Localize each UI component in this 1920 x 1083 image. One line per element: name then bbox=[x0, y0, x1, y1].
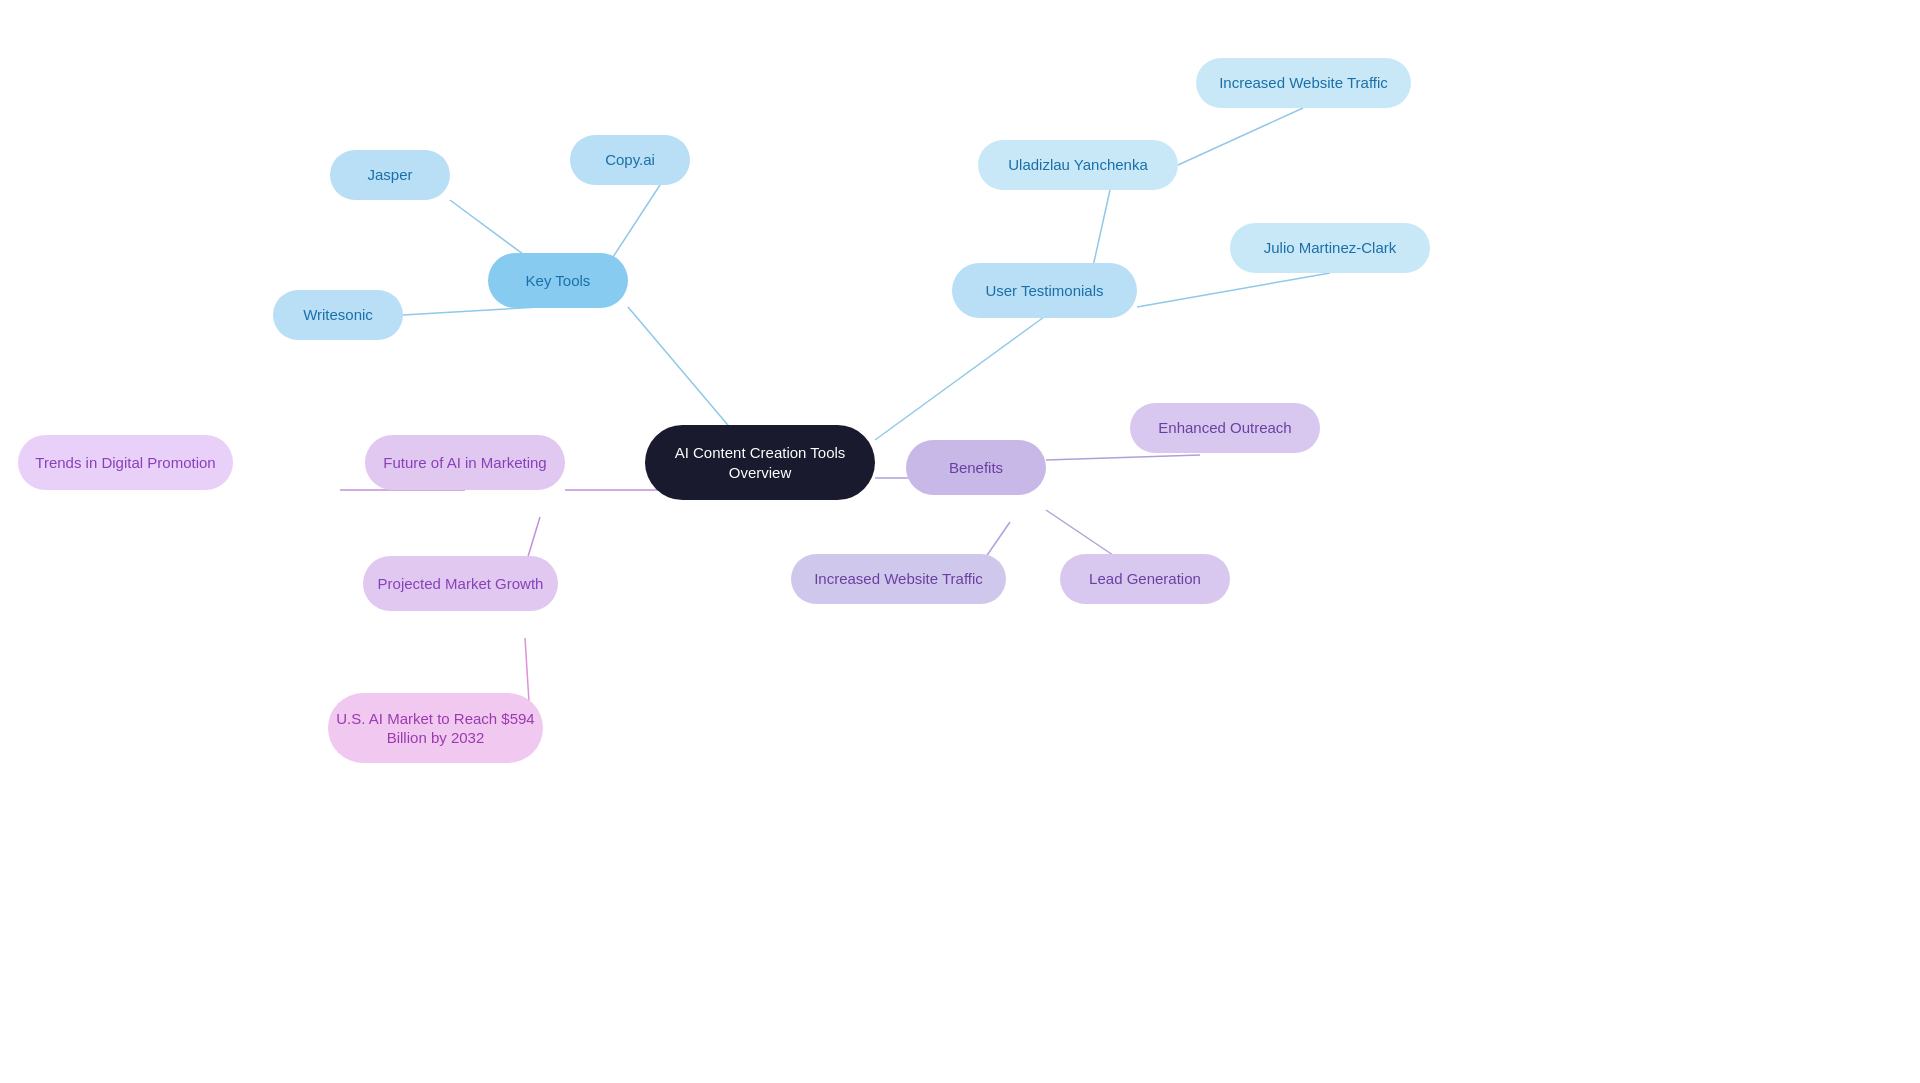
trends-label: Trends in Digital Promotion bbox=[31, 453, 219, 473]
uladizlau-node[interactable]: Uladizlau Yanchenka bbox=[978, 140, 1178, 190]
copy-ai-node[interactable]: Copy.ai bbox=[570, 135, 690, 185]
benefits-label: Benefits bbox=[945, 458, 1007, 478]
increased-traffic-top-label: Increased Website Traffic bbox=[1215, 73, 1392, 93]
projected-market-label: Projected Market Growth bbox=[374, 574, 548, 594]
us-market-node[interactable]: U.S. AI Market to Reach $594 Billion by … bbox=[328, 693, 543, 763]
future-ai-label: Future of AI in Marketing bbox=[379, 453, 550, 473]
future-ai-node[interactable]: Future of AI in Marketing bbox=[365, 435, 565, 490]
benefits-node[interactable]: Benefits bbox=[906, 440, 1046, 495]
lead-generation-label: Lead Generation bbox=[1085, 569, 1205, 589]
writesonic-label: Writesonic bbox=[299, 305, 377, 325]
julio-node[interactable]: Julio Martinez-Clark bbox=[1230, 223, 1430, 273]
svg-line-7 bbox=[1137, 273, 1330, 307]
trends-node[interactable]: Trends in Digital Promotion bbox=[18, 435, 233, 490]
uladizlau-label: Uladizlau Yanchenka bbox=[1004, 155, 1152, 175]
jasper-node[interactable]: Jasper bbox=[330, 150, 450, 200]
increased-traffic-top-node[interactable]: Increased Website Traffic bbox=[1196, 58, 1411, 108]
enhanced-outreach-label: Enhanced Outreach bbox=[1154, 418, 1295, 438]
svg-line-3 bbox=[403, 307, 540, 315]
svg-line-9 bbox=[1046, 455, 1200, 460]
us-market-label: U.S. AI Market to Reach $594 Billion by … bbox=[328, 709, 543, 748]
svg-line-6 bbox=[1178, 108, 1303, 165]
user-testimonials-node[interactable]: User Testimonials bbox=[952, 263, 1137, 318]
projected-market-node[interactable]: Projected Market Growth bbox=[363, 556, 558, 611]
lead-generation-node[interactable]: Lead Generation bbox=[1060, 554, 1230, 604]
jasper-label: Jasper bbox=[363, 165, 416, 185]
key-tools-label: Key Tools bbox=[522, 271, 595, 291]
increased-traffic-bottom-node[interactable]: Increased Website Traffic bbox=[791, 554, 1006, 604]
svg-line-4 bbox=[875, 317, 1044, 440]
increased-traffic-bottom-label: Increased Website Traffic bbox=[810, 569, 987, 589]
user-testimonials-label: User Testimonials bbox=[981, 281, 1107, 301]
center-label: AI Content Creation Tools Overview bbox=[645, 443, 875, 482]
copy-ai-label: Copy.ai bbox=[601, 150, 659, 170]
writesonic-node[interactable]: Writesonic bbox=[273, 290, 403, 340]
julio-label: Julio Martinez-Clark bbox=[1260, 238, 1401, 258]
center-node[interactable]: AI Content Creation Tools Overview bbox=[645, 425, 875, 500]
enhanced-outreach-node[interactable]: Enhanced Outreach bbox=[1130, 403, 1320, 453]
key-tools-node[interactable]: Key Tools bbox=[488, 253, 628, 308]
